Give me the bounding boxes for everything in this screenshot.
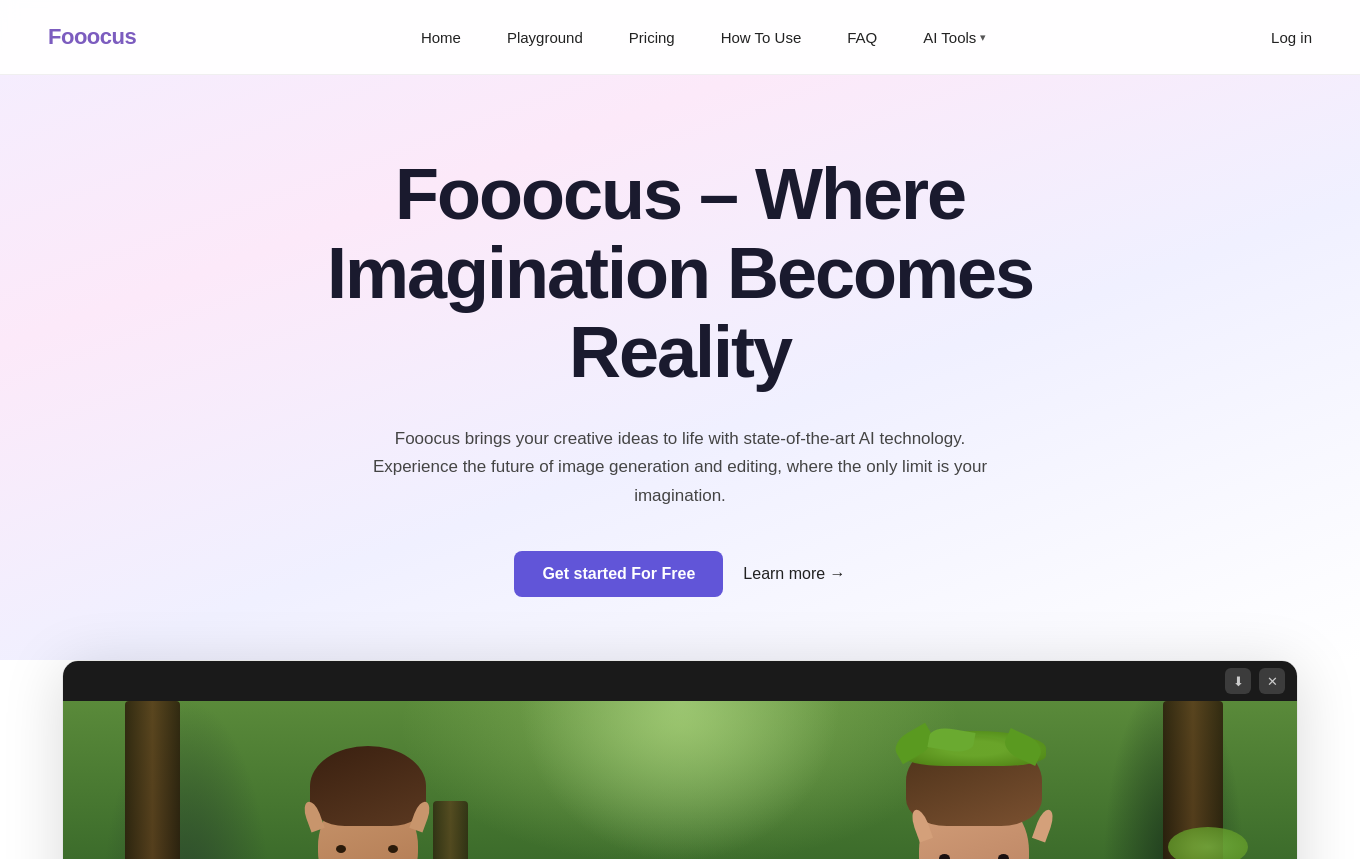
hero-section: Fooocus – Where Imagination Becomes Real… (0, 0, 1360, 660)
char-left-hair (310, 746, 426, 826)
brand-logo[interactable]: Fooocus (48, 24, 136, 50)
download-icon: ⬇ (1233, 674, 1244, 689)
char-right-eye-left (939, 854, 950, 859)
char-right-eye-right (998, 854, 1009, 859)
hero-subtitle: Fooocus brings your creative ideas to li… (350, 425, 1010, 512)
preview-section: ⬇ ✕ (0, 660, 1360, 859)
get-started-button[interactable]: Get started For Free (514, 551, 723, 597)
preview-image (63, 701, 1297, 859)
hero-buttons: Get started For Free Learn more → (280, 551, 1080, 597)
learn-more-button[interactable]: Learn more → (743, 565, 845, 583)
nav-link-pricing[interactable]: Pricing (611, 21, 693, 54)
moss-1 (1168, 827, 1248, 859)
nav-link-how-to-use[interactable]: How To Use (703, 21, 820, 54)
hero-content: Fooocus – Where Imagination Becomes Real… (280, 75, 1080, 657)
nav-link-faq[interactable]: FAQ (829, 21, 895, 54)
nav-link-ai-tools[interactable]: AI Tools ▾ (905, 21, 1004, 54)
tree-left (125, 701, 180, 859)
chevron-down-icon: ▾ (980, 31, 986, 44)
login-link[interactable]: Log in (1271, 29, 1312, 46)
close-button[interactable]: ✕ (1259, 668, 1285, 694)
navbar: Fooocus Home Playground Pricing How To U… (0, 0, 1360, 75)
download-button[interactable]: ⬇ (1225, 668, 1251, 694)
hero-title: Fooocus – Where Imagination Becomes Real… (280, 155, 1080, 393)
close-icon: ✕ (1267, 674, 1278, 689)
character-right (854, 761, 1174, 859)
nav-link-home[interactable]: Home (403, 21, 479, 54)
preview-window: ⬇ ✕ (62, 660, 1298, 859)
nav-link-playground[interactable]: Playground (489, 21, 601, 54)
character-left (248, 741, 528, 859)
preview-titlebar: ⬇ ✕ (63, 661, 1297, 701)
nav-links: Home Playground Pricing How To Use FAQ A… (403, 21, 1004, 54)
